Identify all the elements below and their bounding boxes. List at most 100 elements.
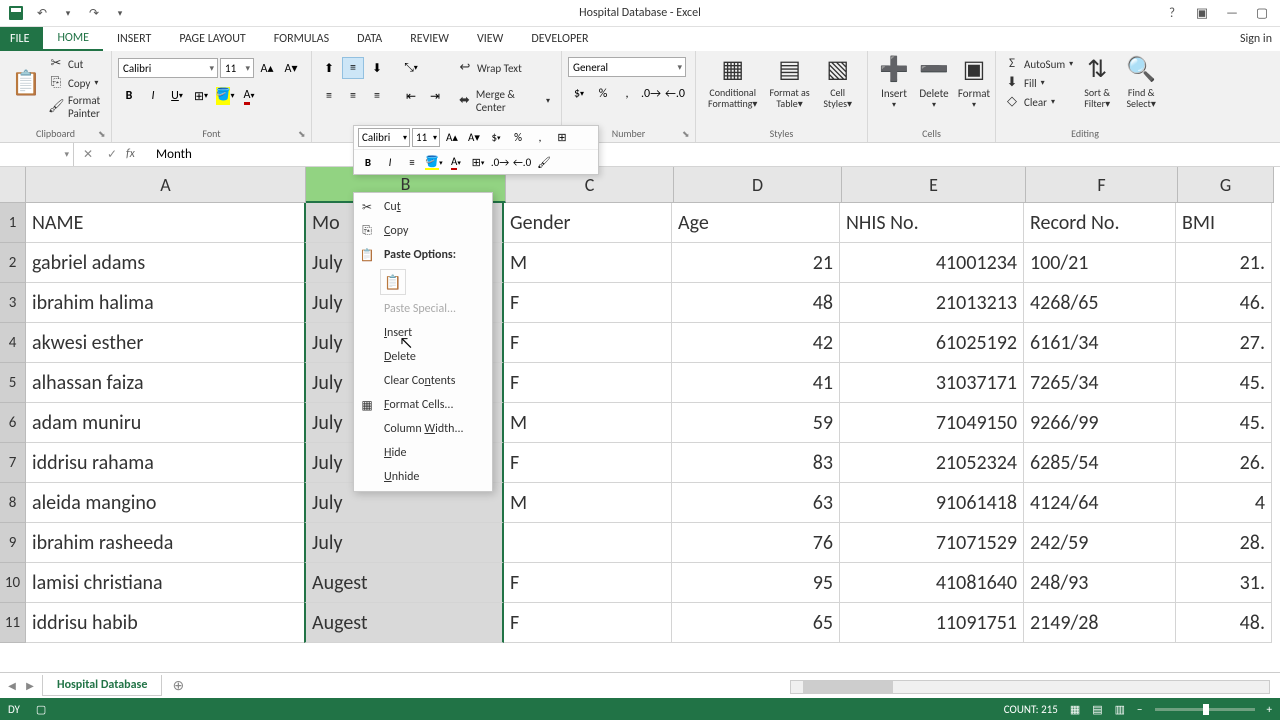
mini-border2[interactable]: ⊞▾ <box>468 152 488 172</box>
mini-border[interactable]: ⊞ <box>552 128 572 148</box>
mini-format-painter[interactable]: 🖌 <box>534 152 554 172</box>
comma-button[interactable]: , <box>616 83 638 105</box>
find-select-button[interactable]: 🔍Find &Select▾ <box>1119 53 1163 111</box>
cell[interactable]: 4 <box>1176 483 1272 523</box>
cell[interactable]: 28. <box>1176 523 1272 563</box>
delete-cells-button[interactable]: ➖Delete▾ <box>914 53 954 112</box>
cell[interactable]: 45. <box>1176 403 1272 443</box>
row-header[interactable]: 8 <box>0 483 26 523</box>
help-button[interactable]: ? <box>1162 4 1182 22</box>
cell[interactable]: F <box>504 603 672 643</box>
decrease-decimal-button[interactable]: ←.0 <box>664 83 686 105</box>
decrease-font-button[interactable]: A▾ <box>280 57 302 79</box>
ctx-hide[interactable]: Hide <box>354 441 492 465</box>
mini-size-combo[interactable]: 11 <box>412 128 440 147</box>
enter-formula-button[interactable]: ✓ <box>102 147 122 162</box>
mini-inc-dec[interactable]: .0→ <box>490 152 510 172</box>
tab-developer[interactable]: DEVELOPER <box>517 27 602 51</box>
ctx-paste-default[interactable]: 📋 <box>380 269 406 295</box>
clear-button[interactable]: ◇Clear▾ <box>1002 93 1075 111</box>
view-page-layout-button[interactable]: ▤ <box>1092 703 1102 716</box>
cell[interactable]: 9266/99 <box>1024 403 1176 443</box>
cell[interactable]: 71071529 <box>840 523 1024 563</box>
cell[interactable]: aleida mangino <box>26 483 306 523</box>
mini-fill-color[interactable]: 🪣▾ <box>424 152 444 172</box>
cell[interactable]: 65 <box>672 603 840 643</box>
scrollbar-thumb[interactable] <box>803 681 893 693</box>
ctx-cut[interactable]: ✂Cut <box>354 195 492 219</box>
tab-data[interactable]: DATA <box>343 27 396 51</box>
ctx-delete[interactable]: Delete <box>354 345 492 369</box>
row-header[interactable]: 7 <box>0 443 26 483</box>
cell[interactable]: F <box>504 363 672 403</box>
col-header-F[interactable]: F <box>1026 167 1178 203</box>
increase-decimal-button[interactable]: .0→ <box>640 83 662 105</box>
cell[interactable]: 42 <box>672 323 840 363</box>
cut-button[interactable]: ✂Cut <box>46 55 105 73</box>
zoom-in-button[interactable]: + <box>1267 703 1272 716</box>
increase-indent-button[interactable]: ⇥ <box>424 85 446 107</box>
cell[interactable]: 45. <box>1176 363 1272 403</box>
ctx-copy[interactable]: ⎘Copy <box>354 219 492 243</box>
cell[interactable]: Gender <box>504 203 672 243</box>
mini-percent[interactable]: % <box>508 128 528 148</box>
cell[interactable]: ibrahim rasheeda <box>26 523 306 563</box>
mini-accounting[interactable]: $▾ <box>486 128 506 148</box>
align-left-button[interactable]: ≡ <box>318 85 340 107</box>
cell[interactable]: 41001234 <box>840 243 1024 283</box>
cell[interactable]: 7265/34 <box>1024 363 1176 403</box>
cell[interactable]: 83 <box>672 443 840 483</box>
view-normal-button[interactable]: ▦ <box>1070 703 1080 716</box>
ctx-unhide[interactable]: Unhide <box>354 465 492 489</box>
row-header[interactable]: 11 <box>0 603 26 643</box>
cell[interactable]: 21013213 <box>840 283 1024 323</box>
merge-center-button[interactable]: ⬌Merge & Center ▾ <box>452 85 555 117</box>
cell[interactable]: Augest <box>304 563 504 603</box>
conditional-formatting-button[interactable]: ▦ConditionalFormatting▾ <box>702 53 763 111</box>
cell[interactable]: 4268/65 <box>1024 283 1176 323</box>
align-top-button[interactable]: ⬆ <box>318 57 340 79</box>
sort-filter-button[interactable]: ⇅Sort &Filter▾ <box>1075 53 1119 111</box>
minimize-button[interactable]: — <box>1222 4 1242 22</box>
tab-insert[interactable]: INSERT <box>103 27 165 51</box>
decrease-indent-button[interactable]: ⇤ <box>400 85 422 107</box>
redo-button[interactable]: ↷ <box>82 2 106 24</box>
cell[interactable]: 41081640 <box>840 563 1024 603</box>
maximize-button[interactable]: ▢ <box>1252 4 1272 22</box>
cell[interactable]: 242/59 <box>1024 523 1176 563</box>
undo-button[interactable]: ↶ <box>30 2 54 24</box>
number-format-combo[interactable]: General <box>568 57 686 77</box>
cell[interactable]: alhassan faiza <box>26 363 306 403</box>
save-button[interactable] <box>4 2 28 24</box>
undo-dropdown[interactable]: ▾ <box>56 2 80 24</box>
increase-font-button[interactable]: A▴ <box>256 57 278 79</box>
cell[interactable]: ibrahim halima <box>26 283 306 323</box>
bold-button[interactable]: B <box>118 85 140 107</box>
fx-icon[interactable]: fx <box>126 147 146 162</box>
font-size-combo[interactable]: 11 <box>220 58 254 78</box>
paste-button[interactable]: 📋 <box>6 53 46 117</box>
wrap-text-button[interactable]: ↩Wrap Text <box>452 57 555 79</box>
autosum-button[interactable]: ΣAutoSum ▾ <box>1002 55 1075 73</box>
view-page-break-button[interactable]: ▥ <box>1115 703 1125 716</box>
tab-review[interactable]: REVIEW <box>396 27 463 51</box>
format-cells-button[interactable]: ▣Format▾ <box>954 53 994 112</box>
cell[interactable]: 21. <box>1176 243 1272 283</box>
cell[interactable]: July <box>304 523 504 563</box>
font-color-button[interactable]: A▾ <box>238 85 260 107</box>
tab-formulas[interactable]: FORMULAS <box>260 27 343 51</box>
horizontal-scrollbar[interactable] <box>790 680 1270 694</box>
cell[interactable]: 59 <box>672 403 840 443</box>
ribbon-options-button[interactable]: ▣ <box>1192 4 1212 22</box>
format-painter-button[interactable]: 🖌Format Painter <box>46 93 105 121</box>
cell[interactable]: lamisi christiana <box>26 563 306 603</box>
cell[interactable]: 31. <box>1176 563 1272 603</box>
cell[interactable]: 31037171 <box>840 363 1024 403</box>
file-tab[interactable]: FILE <box>0 27 43 51</box>
align-bottom-button[interactable]: ⬇ <box>366 57 388 79</box>
cell[interactable]: M <box>504 483 672 523</box>
row-header[interactable]: 5 <box>0 363 26 403</box>
tab-view[interactable]: VIEW <box>463 27 517 51</box>
cell[interactable]: 41 <box>672 363 840 403</box>
row-header[interactable]: 1 <box>0 203 26 243</box>
